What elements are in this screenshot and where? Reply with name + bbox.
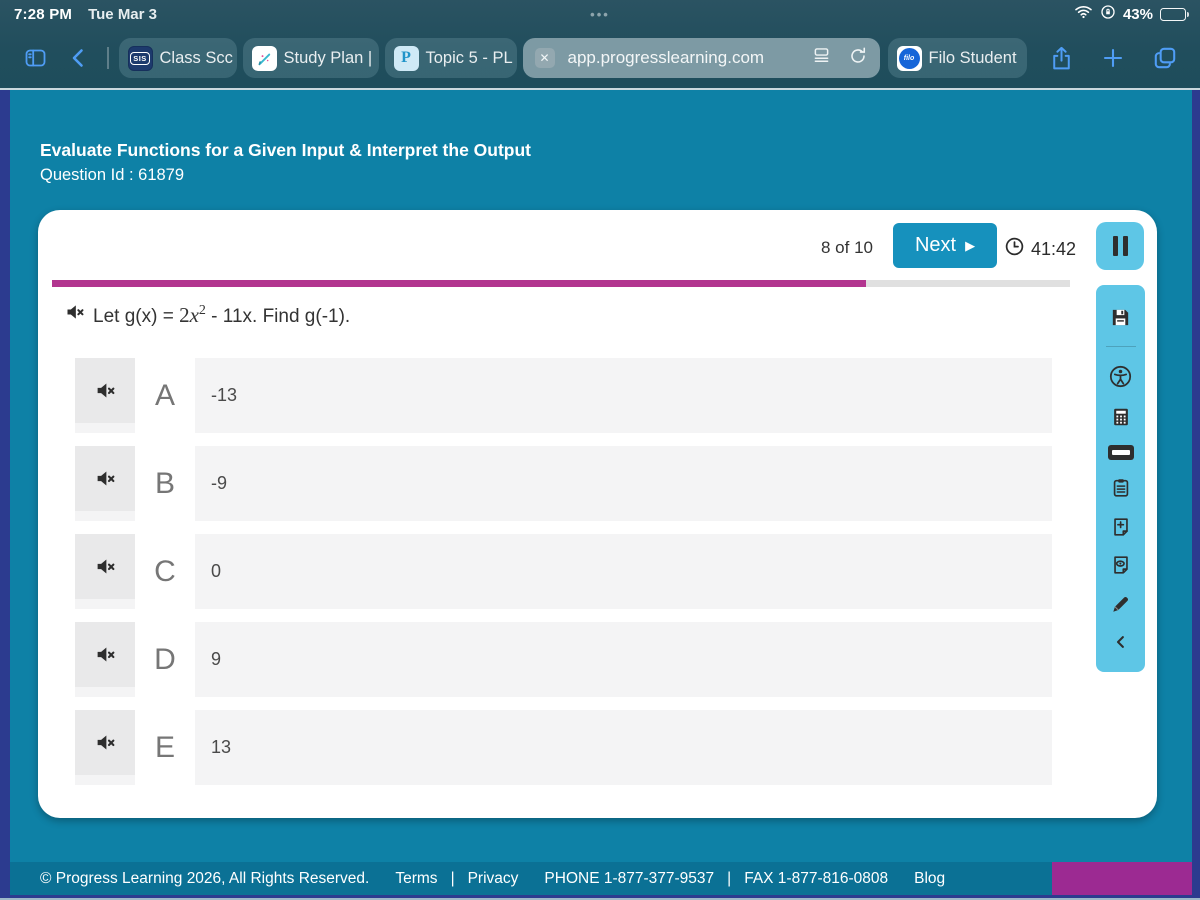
tool-panel <box>1096 285 1145 672</box>
notepad-icon[interactable] <box>1096 477 1145 499</box>
page-background: Evaluate Functions for a Given Input & I… <box>10 90 1192 895</box>
copyright-text: © Progress Learning 2026, All Rights Res… <box>40 869 370 887</box>
next-button[interactable]: Next ▶ <box>893 223 997 268</box>
pen-icon[interactable] <box>1096 593 1145 616</box>
handoff-dots: ••• <box>590 6 610 22</box>
reader-icon[interactable] <box>811 45 832 71</box>
footer-divider: | <box>727 869 732 887</box>
terms-link[interactable]: Terms <box>395 870 437 888</box>
phone-text: PHONE 1-877-377-9537 <box>544 869 715 887</box>
option-text[interactable]: 9 <box>195 622 1052 697</box>
option-row-c[interactable]: C 0 <box>75 534 1052 609</box>
tab-study-plan[interactable]: Study Plan | <box>242 38 379 78</box>
browser-chrome: 7:28 PM Tue Mar 3 ••• 43% SIS Class Scc … <box>0 0 1200 88</box>
answer-eliminator-icon[interactable] <box>1096 444 1145 460</box>
page-footer: © Progress Learning 2026, All Rights Res… <box>10 862 1192 895</box>
calculator-icon[interactable] <box>1096 406 1145 428</box>
tab-label: Filo Student <box>928 48 1017 67</box>
tool-divider <box>1105 345 1136 348</box>
muted-speaker-icon[interactable] <box>75 358 135 423</box>
tab-filo-student[interactable]: filo Filo Student <box>887 38 1027 78</box>
option-letter[interactable]: D <box>135 622 195 697</box>
progress-learning-favicon: P <box>393 45 419 71</box>
option-text[interactable]: 0 <box>195 534 1052 609</box>
save-icon[interactable] <box>1096 306 1145 329</box>
muted-speaker-icon[interactable] <box>65 302 85 328</box>
status-bar: 7:28 PM Tue Mar 3 ••• 43% <box>0 0 1200 28</box>
option-letter[interactable]: B <box>135 446 195 521</box>
toolbar-separator <box>107 47 109 69</box>
tab-label: Class Scc <box>159 48 233 67</box>
fax-text: FAX 1-877-816-0808 <box>744 869 889 887</box>
address-bar[interactable]: ✕ app.progresslearning.com <box>522 38 880 78</box>
option-text[interactable]: 13 <box>195 710 1052 785</box>
timer-value: 41:42 <box>1031 238 1077 259</box>
ipad-screen: 7:28 PM Tue Mar 3 ••• 43% SIS Class Scc … <box>0 0 1200 900</box>
tab-label: Study Plan | <box>283 48 373 67</box>
tab-label: Topic 5 - PL <box>425 48 513 67</box>
next-arrow-icon: ▶ <box>965 237 976 253</box>
battery-icon <box>1160 7 1189 21</box>
question-counter: 8 of 10 <box>821 238 873 257</box>
option-letter[interactable]: C <box>135 534 195 609</box>
blog-link[interactable]: Blog <box>914 870 945 888</box>
page-frame: Evaluate Functions for a Given Input & I… <box>0 88 1200 900</box>
progress-fill <box>52 280 867 287</box>
clock-icon <box>1004 236 1025 262</box>
question-text: Let g(x) = 2x2 - 11x. Find g(-1). <box>65 302 350 328</box>
option-text[interactable]: -13 <box>195 358 1052 433</box>
sis-favicon: SIS <box>127 45 153 71</box>
option-row-e[interactable]: E 13 <box>75 710 1052 785</box>
option-letter[interactable]: E <box>135 710 195 785</box>
pause-button[interactable] <box>1096 222 1144 270</box>
privacy-link[interactable]: Privacy <box>468 870 519 888</box>
option-row-a[interactable]: A -13 <box>75 358 1052 433</box>
muted-speaker-icon[interactable] <box>75 622 135 687</box>
muted-speaker-icon[interactable] <box>75 710 135 775</box>
accessibility-icon[interactable] <box>1096 364 1145 389</box>
tab-class-schedule[interactable]: SIS Class Scc <box>118 38 237 78</box>
reload-icon[interactable] <box>848 46 868 71</box>
option-row-d[interactable]: D 9 <box>75 622 1052 697</box>
tab-overview-icon[interactable] <box>1152 45 1178 71</box>
collapse-icon[interactable] <box>1096 633 1145 651</box>
back-icon[interactable] <box>67 46 91 70</box>
tab-topic-5[interactable]: P Topic 5 - PL <box>384 38 517 78</box>
progress-bar <box>52 280 1070 287</box>
url-text: app.progresslearning.com <box>567 48 765 67</box>
safari-toolbar: SIS Class Scc Study Plan | P Topic 5 - P… <box>0 28 1200 88</box>
share-icon[interactable] <box>1049 45 1074 72</box>
timer: 41:42 <box>1004 236 1076 262</box>
study-plan-favicon <box>251 45 277 71</box>
new-tab-icon[interactable] <box>1101 46 1125 70</box>
add-note-icon[interactable] <box>1096 516 1145 538</box>
footer-divider: | <box>450 869 455 887</box>
muted-speaker-icon[interactable] <box>75 534 135 599</box>
option-row-b[interactable]: B -9 <box>75 446 1052 521</box>
question-card: 8 of 10 Next ▶ 41:42 Let g(x) = 2x2 - 11… <box>38 210 1157 818</box>
option-letter[interactable]: A <box>135 358 195 433</box>
question-id: Question Id : 61879 <box>40 166 185 184</box>
muted-speaker-icon[interactable] <box>75 446 135 511</box>
show-answer-icon[interactable] <box>1096 554 1145 576</box>
filo-favicon: filo <box>896 45 922 71</box>
close-icon[interactable]: ✕ <box>534 48 555 68</box>
sidebar-toggle-icon[interactable] <box>22 46 49 70</box>
footer-widget-block[interactable] <box>1052 862 1192 895</box>
option-text[interactable]: -9 <box>195 446 1052 521</box>
answer-options: A -13 B -9 C 0 D 9 E 13 <box>75 358 1052 798</box>
page-title: Evaluate Functions for a Given Input & I… <box>40 140 531 160</box>
